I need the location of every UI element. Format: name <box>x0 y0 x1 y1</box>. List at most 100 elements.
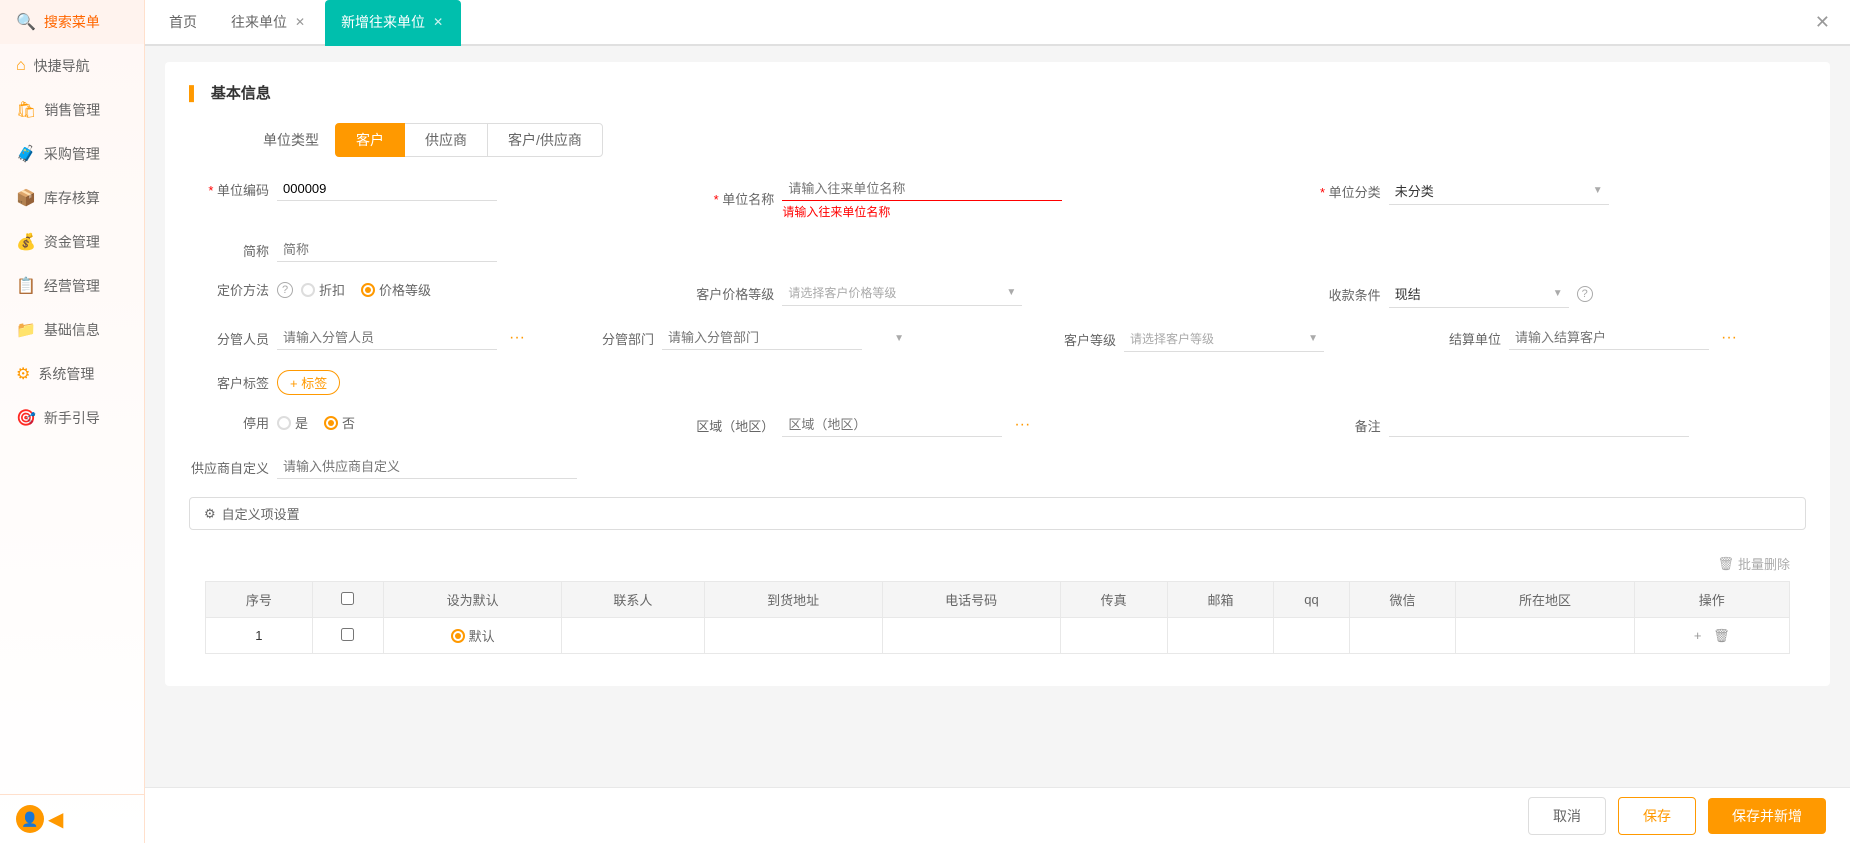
customer-level-select[interactable]: 请选择客户等级 ▼ <box>1124 326 1324 352</box>
pricing-help-icon[interactable]: ? <box>277 282 293 298</box>
disable-no-radio[interactable]: 否 <box>324 413 355 432</box>
payment-terms-field: 收款条件 现结 ▼ ? <box>1301 280 1806 308</box>
th-wechat: 微信 <box>1349 582 1456 618</box>
sidebar-item-inventory[interactable]: 📦 库存核算 <box>0 176 144 220</box>
th-default: 设为默认 <box>384 582 562 618</box>
region-more-btn[interactable]: ··· <box>1010 416 1034 434</box>
customer-price-select[interactable]: 请选择客户价格等级 ▼ <box>782 280 1022 306</box>
row-add-btn[interactable]: + <box>1694 628 1702 643</box>
customer-price-chevron: ▼ <box>1006 287 1016 298</box>
form-row-2: 简称 <box>189 238 1806 262</box>
manager-input[interactable] <box>277 326 497 350</box>
unit-category-select[interactable]: 未分类 ▼ <box>1389 177 1609 205</box>
row-select-checkbox[interactable] <box>341 628 354 641</box>
unit-name-input[interactable] <box>782 177 1062 201</box>
custom-settings-btn[interactable]: ⚙ 自定义项设置 <box>189 497 1806 530</box>
add-tag-btn[interactable]: + 标签 <box>277 370 340 395</box>
row-seq: 1 <box>206 618 313 654</box>
basic-info-card: ▌ 基本信息 单位类型 客户 供应商 客户/供应商 单位编码 单位名称 <box>165 62 1830 686</box>
customer-level-chevron: ▼ <box>1308 333 1318 344</box>
tab-new-counterparty[interactable]: 新增往来单位 ✕ <box>325 0 461 46</box>
remark-input[interactable] <box>1389 413 1689 437</box>
contact-table-section: 🗑 批量删除 序号 设为默认 联系人 到货地址 电话号码 传真 <box>189 542 1806 666</box>
cancel-button[interactable]: 取消 <box>1528 797 1606 835</box>
abbreviation-field: 简称 <box>189 238 569 262</box>
customer-tag-label: 客户标签 <box>189 373 269 392</box>
sidebar-bottom: 👤 ◀ <box>0 794 144 843</box>
th-action: 操作 <box>1634 582 1790 618</box>
row-action: + 🗑 <box>1634 618 1790 654</box>
tab-new-counterparty-label: 新增往来单位 <box>341 12 425 32</box>
section-title: ▌ 基本信息 <box>189 82 1806 103</box>
row-default-circle <box>451 629 465 643</box>
pricing-level-radio[interactable]: 价格等级 <box>361 280 431 299</box>
supplier-custom-label: 供应商自定义 <box>189 458 269 477</box>
unit-btn-customer[interactable]: 客户 <box>335 123 405 157</box>
settlement-input[interactable] <box>1509 326 1709 350</box>
row-checkbox[interactable] <box>312 618 383 654</box>
tab-counterparty[interactable]: 往来单位 ✕ <box>215 0 323 46</box>
tab-new-counterparty-close[interactable]: ✕ <box>431 13 445 31</box>
form-row-1: 单位编码 单位名称 请输入往来单位名称 单位分类 未分类 ▼ <box>189 177 1806 220</box>
settlement-more-btn[interactable]: ··· <box>1717 329 1741 347</box>
table-actions: 🗑 批量删除 <box>205 554 1790 573</box>
settings-gear-icon: ⚙ <box>204 506 216 522</box>
unit-name-field: 单位名称 请输入往来单位名称 <box>694 177 1300 220</box>
save-new-button[interactable]: 保存并新增 <box>1708 798 1826 834</box>
sidebar-shortcut-label: 快捷导航 <box>34 56 90 76</box>
sidebar-item-base[interactable]: 📁 基础信息 <box>0 308 144 352</box>
select-all-checkbox[interactable] <box>341 592 354 605</box>
sidebar-item-operations[interactable]: 📋 经营管理 <box>0 264 144 308</box>
table-header-row: 序号 设为默认 联系人 到货地址 电话号码 传真 邮箱 qq 微信 所在地区 操… <box>206 582 1790 618</box>
sidebar-item-system[interactable]: ⚙ 系统管理 <box>0 352 144 396</box>
row-email <box>1167 618 1274 654</box>
payment-terms-value: 现结 <box>1395 284 1421 303</box>
window-close-btn[interactable]: ✕ <box>1803 12 1842 33</box>
content-area: ▌ 基本信息 单位类型 客户 供应商 客户/供应商 单位编码 单位名称 <box>145 46 1850 787</box>
row-delete-btn[interactable]: 🗑 <box>1713 628 1730 643</box>
manager-more-btn[interactable]: ··· <box>505 329 529 347</box>
tab-counterparty-close[interactable]: ✕ <box>293 13 307 31</box>
department-field: 分管部门 ▼ <box>574 326 1036 350</box>
abbreviation-input[interactable] <box>277 238 497 262</box>
sidebar-item-purchase[interactable]: 🧳 采购管理 <box>0 132 144 176</box>
payment-help-icon[interactable]: ? <box>1577 286 1593 302</box>
sidebar-item-search[interactable]: 🔍 搜索菜单 <box>0 0 144 44</box>
tab-home[interactable]: 首页 <box>153 0 213 46</box>
expand-btn[interactable]: ◀ <box>48 807 63 832</box>
save-button[interactable]: 保存 <box>1618 797 1696 835</box>
sidebar-item-sales[interactable]: 🛍 销售管理 <box>0 88 144 132</box>
department-select[interactable]: ▼ <box>870 329 910 348</box>
unit-code-label: 单位编码 <box>189 180 269 199</box>
unit-type-row: 单位类型 客户 供应商 客户/供应商 <box>189 123 1806 157</box>
sidebar-item-shortcut[interactable]: ⌂ 快捷导航 <box>0 44 144 88</box>
tab-home-label: 首页 <box>169 12 197 32</box>
disable-yes-radio[interactable]: 是 <box>277 413 308 432</box>
pricing-discount-radio[interactable]: 折扣 <box>301 280 345 299</box>
batch-delete-btn[interactable]: 🗑 批量删除 <box>1717 554 1790 573</box>
unit-btn-supplier[interactable]: 供应商 <box>405 123 487 157</box>
pricing-method-label: 定价方法 <box>189 280 269 299</box>
sidebar-item-finance[interactable]: 💰 资金管理 <box>0 220 144 264</box>
customer-level-field: 客户等级 请选择客户等级 ▼ <box>1036 326 1421 352</box>
payment-terms-select[interactable]: 现结 ▼ <box>1389 280 1569 308</box>
supplier-custom-input[interactable] <box>277 455 577 479</box>
region-input[interactable] <box>782 413 1002 437</box>
th-checkbox[interactable] <box>312 582 383 618</box>
remark-label: 备注 <box>1301 416 1381 435</box>
sidebar-item-guide[interactable]: 🎯 新手引导 <box>0 396 144 440</box>
pricing-level-circle <box>361 283 375 297</box>
manager-field: 分管人员 ··· <box>189 326 574 350</box>
row-default-radio[interactable]: 默认 <box>390 626 555 645</box>
user-avatar: 👤 <box>16 805 44 833</box>
unit-btn-both[interactable]: 客户/供应商 <box>487 123 603 157</box>
money-icon: 💰 <box>16 232 36 252</box>
department-input[interactable] <box>662 326 862 350</box>
th-email: 邮箱 <box>1167 582 1274 618</box>
row-address <box>704 618 882 654</box>
th-address: 到货地址 <box>704 582 882 618</box>
disable-label: 停用 <box>189 413 269 432</box>
box-icon: 📦 <box>16 188 36 208</box>
contact-table: 序号 设为默认 联系人 到货地址 电话号码 传真 邮箱 qq 微信 所在地区 操… <box>205 581 1790 654</box>
unit-code-input[interactable] <box>277 177 497 201</box>
